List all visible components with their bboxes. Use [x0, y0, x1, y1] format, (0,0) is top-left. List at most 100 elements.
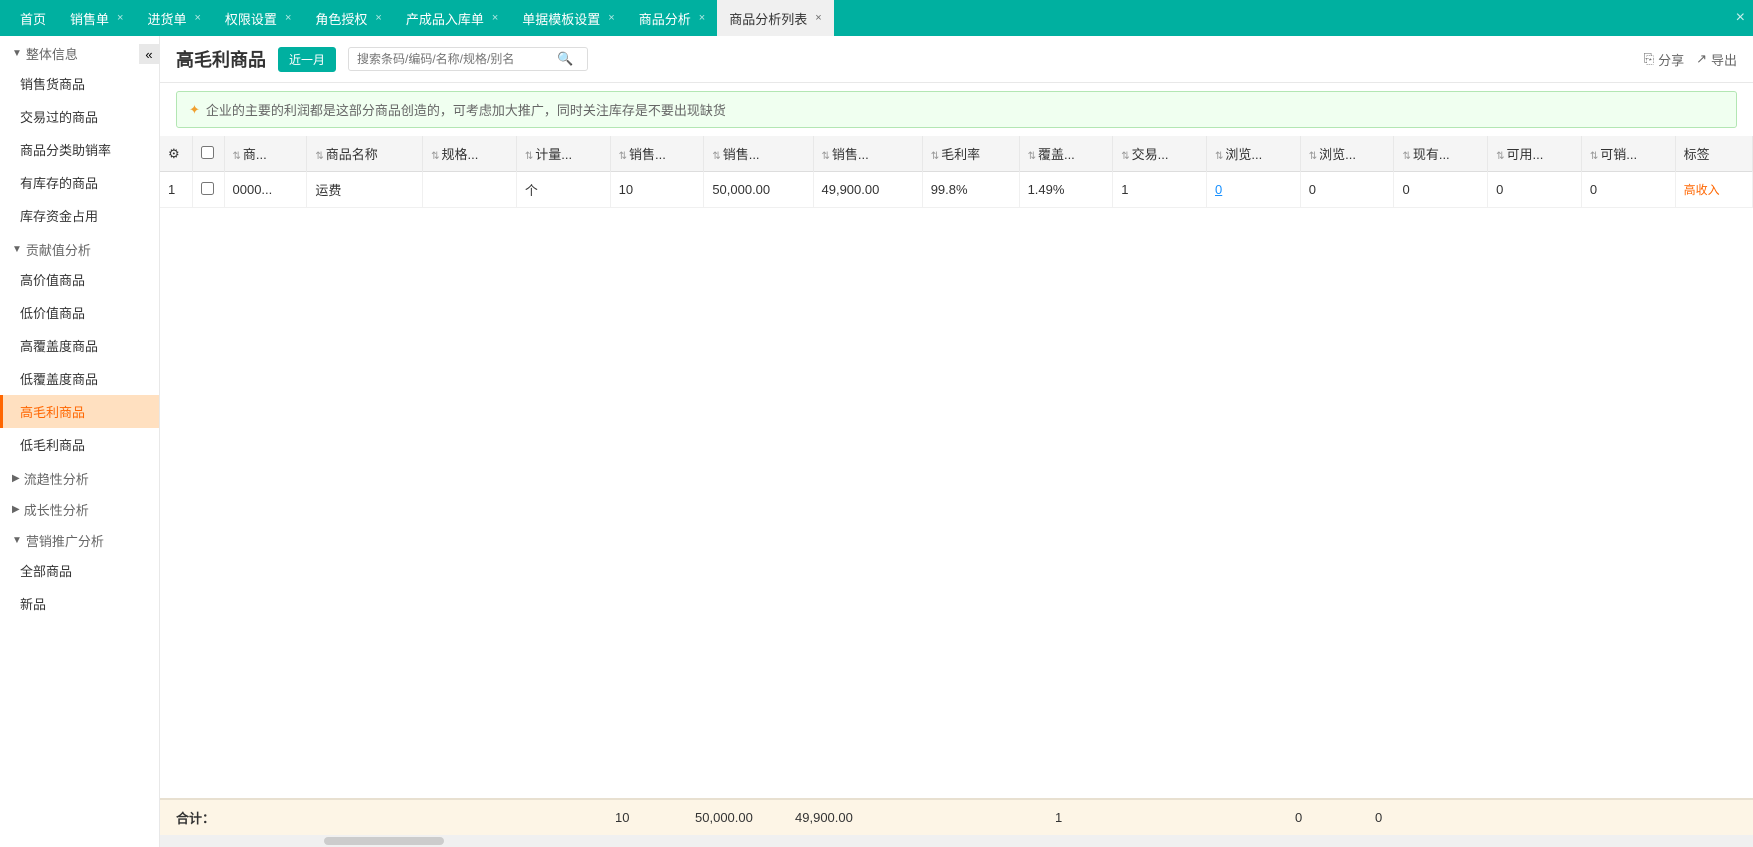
nav-product-analysis-close[interactable]: × [699, 12, 705, 24]
sidebar-group-trend[interactable]: ▶ 流趋性分析 [0, 461, 159, 492]
nav-roles-close[interactable]: × [375, 12, 381, 24]
nav-product-inbound[interactable]: 产成品入库单 × [394, 0, 510, 36]
sidebar-group-growth[interactable]: ▶ 成长性分析 [0, 492, 159, 523]
sidebar-high-value-label: 高价值商品 [20, 273, 85, 288]
col-settings[interactable]: ⚙ [160, 136, 192, 172]
footer-label: 合计： [176, 808, 215, 827]
row-checkbox[interactable] [192, 172, 224, 208]
sidebar-group-contribution[interactable]: ▼ 贡献值分析 [0, 232, 159, 263]
col-sales-amount-header: ⇅销售... [704, 136, 813, 172]
window-close-button[interactable]: × [1736, 9, 1745, 27]
sidebar-item-low-coverage[interactable]: 低覆盖度商品 [0, 362, 159, 395]
export-icon: ↗ [1696, 51, 1707, 67]
nav-template-settings[interactable]: 单据模板设置 × [510, 0, 626, 36]
data-table: ⚙ ⇅商... ⇅商品名称 ⇅规格... ⇅计量... ⇅销售... ⇅销售..… [160, 136, 1753, 208]
col-unit-label: 计量... [535, 147, 572, 162]
sidebar-item-high-value[interactable]: 高价值商品 [0, 263, 159, 296]
export-button[interactable]: ↗ 导出 [1696, 50, 1737, 69]
sidebar-inventory-capital-label: 库存资金占用 [20, 209, 98, 224]
nav-sales-order[interactable]: 销售单 × [58, 0, 135, 36]
row-browse1: 0 [1207, 172, 1301, 208]
sidebar-item-in-stock[interactable]: 有库存的商品 [0, 166, 159, 199]
share-icon: ⎘ [1644, 51, 1654, 67]
info-icon: ✦ [189, 102, 200, 118]
col-sort-icon: ⇅ [233, 151, 241, 162]
sidebar-item-inventory-capital[interactable]: 库存资金占用 [0, 199, 159, 232]
table-header-row: ⚙ ⇅商... ⇅商品名称 ⇅规格... ⇅计量... ⇅销售... ⇅销售..… [160, 136, 1753, 172]
row-browse1-value[interactable]: 0 [1215, 182, 1222, 197]
nav-permissions[interactable]: 权限设置 × [213, 0, 303, 36]
filter-recent-month-button[interactable]: 近一月 [278, 47, 336, 72]
nav-purchase-close[interactable]: × [194, 12, 200, 24]
sidebar-low-value-label: 低价值商品 [20, 306, 85, 321]
sidebar-group-marketing[interactable]: ▼ 营销推广分析 [0, 523, 159, 554]
row-index: 1 [160, 172, 192, 208]
group-contribution-arrow: ▼ [12, 244, 22, 255]
sidebar-item-high-coverage[interactable]: 高覆盖度商品 [0, 329, 159, 362]
group-overall-label: 整体信息 [26, 44, 78, 63]
row-name-value: 运费 [315, 183, 341, 198]
sidebar-sales-goods-label: 销售货商品 [20, 77, 85, 92]
sidebar-item-traded-goods[interactable]: 交易过的商品 [0, 100, 159, 133]
horizontal-scrollbar[interactable] [160, 835, 1753, 847]
sidebar-high-margin-label: 高毛利商品 [20, 405, 85, 420]
col-unit-header: ⇅计量... [516, 136, 610, 172]
row-code: 0000... [224, 172, 307, 208]
footer-available-stock: 0 [1367, 810, 1447, 825]
nav-purchase-order[interactable]: 进货单 × [135, 0, 212, 36]
row-sellable-days: 0 [1581, 172, 1675, 208]
nav-product-analysis-list-close[interactable]: × [815, 12, 821, 24]
sidebar-item-category-rate[interactable]: 商品分类助销率 [0, 133, 159, 166]
sidebar-item-low-margin[interactable]: 低毛利商品 [0, 428, 159, 461]
search-input[interactable] [357, 52, 557, 66]
row-select-checkbox[interactable] [201, 182, 214, 195]
nav-product-analysis-label: 商品分析 [639, 9, 691, 28]
nav-template-close[interactable]: × [608, 12, 614, 24]
sidebar-group-overall[interactable]: ▼ 整体信息 [0, 36, 159, 67]
nav-product-inbound-label: 产成品入库单 [406, 9, 484, 28]
col-browse2-label: 浏览... [1319, 147, 1356, 162]
nav-permissions-close[interactable]: × [285, 12, 291, 24]
nav-permissions-label: 权限设置 [225, 9, 277, 28]
nav-product-analysis[interactable]: 商品分析 × [627, 0, 717, 36]
col-tag-header: 标签 [1675, 136, 1752, 172]
nav-purchase-order-label: 进货单 [147, 9, 186, 28]
sidebar-item-new-goods[interactable]: 新品 [0, 587, 159, 620]
row-spec [423, 172, 517, 208]
row-gross-margin-value: 99.8% [931, 182, 968, 197]
nav-product-inbound-close[interactable]: × [492, 12, 498, 24]
sidebar-item-all-goods[interactable]: 全部商品 [0, 554, 159, 587]
nav-sales-order-label: 销售单 [70, 9, 109, 28]
sidebar-collapse-button[interactable]: « [139, 44, 159, 64]
row-name: 运费 [307, 172, 423, 208]
col-name-sort-icon: ⇅ [315, 151, 323, 162]
sidebar-high-coverage-label: 高覆盖度商品 [20, 339, 98, 354]
col-sellable-days-label: 可销... [1600, 147, 1637, 162]
sidebar-item-high-margin[interactable]: 高毛利商品 [0, 395, 159, 428]
col-coverage-label: 覆盖... [1038, 147, 1075, 162]
row-available-stock: 0 [1488, 172, 1582, 208]
row-sales-amount: 50,000.00 [704, 172, 813, 208]
sidebar-item-sales-goods[interactable]: 销售货商品 [0, 67, 159, 100]
group-contribution-label: 贡献值分析 [26, 240, 91, 259]
nav-product-analysis-list-label: 商品分析列表 [729, 9, 807, 28]
col-trade-header: ⇅交易... [1113, 136, 1207, 172]
col-checkbox[interactable] [192, 136, 224, 172]
scroll-thumb[interactable] [324, 837, 444, 845]
nav-home[interactable]: 首页 [8, 0, 58, 36]
footer-current-stock: 0 [1287, 810, 1367, 825]
export-label: 导出 [1711, 50, 1737, 69]
search-icon[interactable]: 🔍 [557, 51, 573, 67]
group-trend-arrow: ▶ [12, 473, 20, 484]
col-browse1-label: 浏览... [1225, 147, 1262, 162]
row-sales-cost: 49,900.00 [813, 172, 922, 208]
nav-roles[interactable]: 角色授权 × [303, 0, 393, 36]
col-trade-label: 交易... [1132, 147, 1169, 162]
nav-sales-order-close[interactable]: × [117, 12, 123, 24]
row-sales-amount-value: 50,000.00 [712, 182, 770, 197]
sidebar-item-low-value[interactable]: 低价值商品 [0, 296, 159, 329]
share-button[interactable]: ⎘ 分享 [1644, 50, 1684, 69]
table-container: ⚙ ⇅商... ⇅商品名称 ⇅规格... ⇅计量... ⇅销售... ⇅销售..… [160, 136, 1753, 798]
nav-product-analysis-list[interactable]: 商品分析列表 × [717, 0, 833, 36]
select-all-checkbox[interactable] [201, 146, 214, 159]
